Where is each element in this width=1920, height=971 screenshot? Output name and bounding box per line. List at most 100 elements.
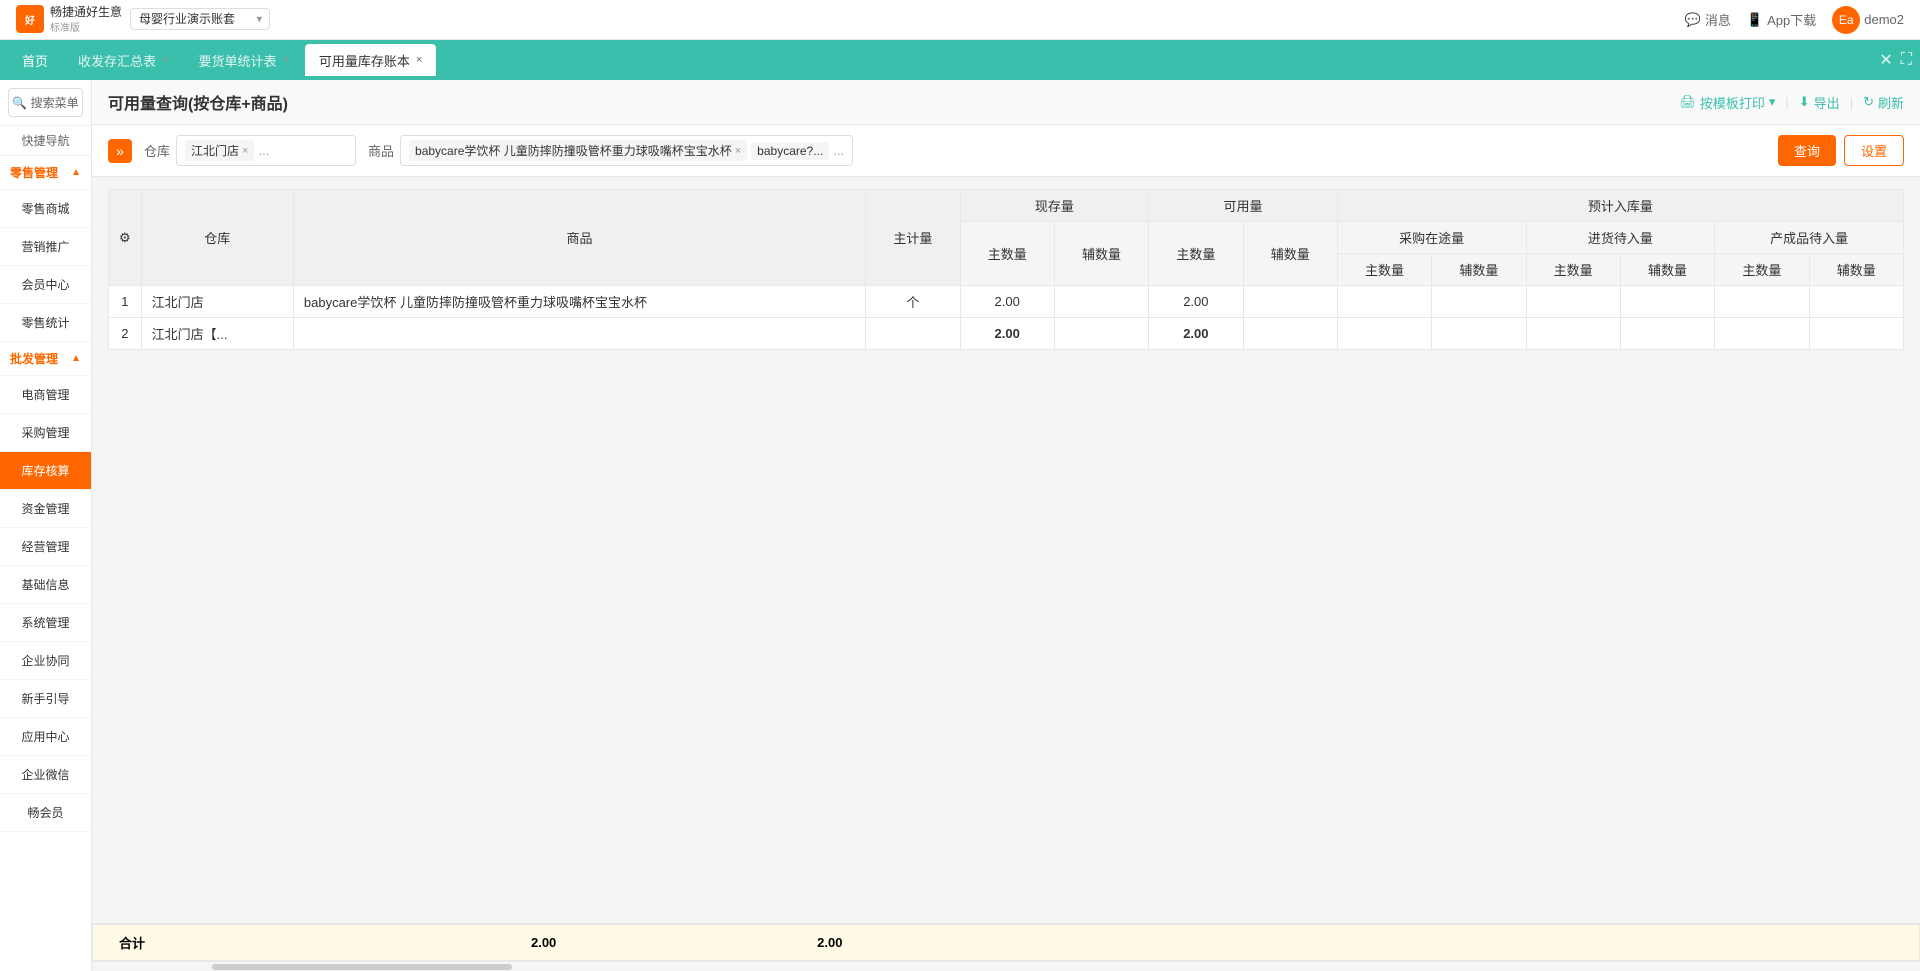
sidebar-item-retail-stats[interactable]: 零售统计 (0, 304, 91, 342)
sidebar-item-system[interactable]: 系统管理 (0, 604, 91, 642)
product-tag-2-value: babycare?... (757, 144, 823, 158)
row1-available-aux (1243, 286, 1337, 318)
top-bar-right: 💬 消息 📱 App下载 Ea demo2 (1685, 6, 1904, 34)
filter-expand-btn[interactable]: » (108, 139, 132, 163)
sidebar-item-ecommerce[interactable]: 电商管理 (0, 376, 91, 414)
sidebar-retail-mgmt-label: 零售管理 (10, 164, 58, 181)
row2-product (293, 318, 865, 350)
col-available-header: 可用量 (1149, 190, 1338, 222)
row2-current-main: 2.00 (960, 318, 1054, 350)
product-tag-1-remove[interactable]: × (735, 145, 741, 157)
sidebar-item-purchase[interactable]: 采购管理 (0, 414, 91, 452)
tab-receivable-close[interactable]: × (162, 54, 168, 66)
sidebar-enterprise-wechat-label: 企业微信 (21, 766, 69, 783)
search-menu-btn[interactable]: 🔍 搜索菜单 (8, 88, 83, 117)
warehouse-tag-remove[interactable]: × (242, 145, 248, 157)
product-tag-1: babycare学饮杯 儿童防摔防撞吸管杯重力球吸嘴杯宝宝水杯 × (409, 140, 747, 161)
content-area: 可用量查询(按仓库+商品) 🖨 按模板打印 ▾ | ⬇ 导出 | ↻ 刷新 (92, 80, 1920, 971)
export-label: 导出 (1814, 93, 1840, 112)
nav-actions: ✕ ⛶ (1879, 50, 1912, 70)
footer-values: 2.00 2.00 (329, 935, 1903, 950)
sidebar-item-retail-mgmt[interactable]: 零售管理 ▲ (0, 156, 91, 190)
row1-purchase-main (1337, 286, 1431, 318)
sidebar-item-marketing[interactable]: 营销推广 (0, 228, 91, 266)
footer-current-aux (615, 935, 758, 950)
print-btn[interactable]: 🖨 按模板打印 ▾ (1679, 93, 1775, 112)
logo-area: 好 畅捷通好生意 标准版 (16, 5, 122, 34)
sidebar-vip-member-label: 畅会员 (27, 804, 63, 821)
sidebar-retail-stats-label: 零售统计 (21, 314, 69, 331)
print-label: 按模板打印 (1700, 93, 1765, 112)
username: demo2 (1864, 12, 1904, 27)
data-table: ⚙ 仓库 商品 主计量 现存量 可用量 预计入库量 主数量 辅数量 主数量 辅数… (108, 189, 1904, 350)
user-area[interactable]: Ea demo2 (1832, 6, 1904, 34)
bottom-scroll-bar (92, 961, 1920, 971)
product-tag-2: babycare?... (751, 142, 829, 160)
tab-receivable[interactable]: 收发存汇总表 × (64, 44, 182, 76)
page-header: 可用量查询(按仓库+商品) 🖨 按模板打印 ▾ | ⬇ 导出 | ↻ 刷新 (92, 80, 1920, 125)
tab-home[interactable]: 首页 (8, 44, 62, 76)
tab-order-stats-close[interactable]: × (282, 54, 288, 66)
page-actions: 🖨 按模板打印 ▾ | ⬇ 导出 | ↻ 刷新 (1679, 93, 1904, 112)
footer-inbound-aux (1474, 935, 1617, 950)
query-button[interactable]: 查询 (1778, 135, 1836, 166)
sidebar-item-operation[interactable]: 经营管理 (0, 528, 91, 566)
avatar-text: Ea (1839, 13, 1854, 27)
sidebar-item-vip-member[interactable]: 畅会员 (0, 794, 91, 832)
refresh-btn[interactable]: ↻ 刷新 (1863, 93, 1904, 112)
table-footer: 合计 2.00 2.00 (92, 923, 1920, 961)
row2-current-aux (1054, 318, 1148, 350)
export-btn[interactable]: ⬇ 导出 (1799, 93, 1840, 112)
message-label: 消息 (1705, 10, 1731, 29)
avatar: Ea (1832, 6, 1860, 34)
sidebar-item-app-center[interactable]: 应用中心 (0, 718, 91, 756)
tab-available-inventory-close[interactable]: × (416, 54, 422, 66)
product-input[interactable]: babycare学饮杯 儿童防摔防撞吸管杯重力球吸嘴杯宝宝水杯 × babyca… (400, 135, 853, 166)
sidebar-purchase-label: 采购管理 (21, 424, 69, 441)
download-label: App下载 (1767, 10, 1816, 29)
row1-inbound-main (1526, 286, 1620, 318)
sidebar-search: 🔍 搜索菜单 (0, 80, 91, 126)
search-icon: 🔍 (12, 96, 27, 110)
row1-inbound-aux (1620, 286, 1714, 318)
industry-select[interactable]: 母婴行业演示账套 (130, 8, 270, 30)
message-btn[interactable]: 💬 消息 (1685, 10, 1731, 29)
sidebar-finance-label: 资金管理 (21, 500, 69, 517)
row1-warehouse: 江北门店 (141, 286, 293, 318)
product-more: ... (833, 143, 844, 158)
col-planned-header: 预计入库量 (1337, 190, 1903, 222)
warehouse-input[interactable]: 江北门店 × ... (176, 135, 356, 166)
sidebar-enterprise-label: 企业协同 (21, 652, 69, 669)
sidebar-quick-nav[interactable]: 快捷导航 (0, 126, 91, 156)
tab-available-inventory[interactable]: 可用量库存账本 × (305, 44, 436, 76)
col-current-stock-header: 现存量 (960, 190, 1149, 222)
sidebar-item-basic-info[interactable]: 基础信息 (0, 566, 91, 604)
refresh-label: 刷新 (1878, 93, 1904, 112)
sidebar-retail-store-label: 零售商城 (21, 200, 69, 217)
sidebar: 🔍 搜索菜单 快捷导航 零售管理 ▲ 零售商城 营销推广 会员中心 零售统计 批… (0, 80, 92, 971)
sidebar-item-enterprise[interactable]: 企业协同 (0, 642, 91, 680)
sidebar-item-finance[interactable]: 资金管理 (0, 490, 91, 528)
tab-order-stats[interactable]: 要货单统计表 × (184, 44, 302, 76)
download-btn[interactable]: 📱 App下载 (1747, 10, 1816, 29)
col-purchase-aux-header: 辅数量 (1432, 254, 1526, 286)
expand-window-btn[interactable]: ⛶ (1901, 51, 1912, 69)
sidebar-item-inventory[interactable]: 库存核算 (0, 452, 91, 490)
close-window-btn[interactable]: ✕ (1879, 50, 1892, 70)
table-container: ⚙ 仓库 商品 主计量 现存量 可用量 预计入库量 主数量 辅数量 主数量 辅数… (92, 177, 1920, 923)
sidebar-item-member[interactable]: 会员中心 (0, 266, 91, 304)
col-finished-pending-header: 产成品待入量 (1715, 222, 1904, 254)
industry-select-wrapper[interactable]: 母婴行业演示账套 (130, 8, 270, 30)
warehouse-tag: 江北门店 × (185, 140, 254, 161)
settings-button[interactable]: 设置 (1844, 135, 1904, 166)
footer-spacer-unit (329, 935, 472, 950)
sidebar-item-retail-store[interactable]: 零售商城 (0, 190, 91, 228)
sidebar-item-enterprise-wechat[interactable]: 企业微信 (0, 756, 91, 794)
page-title: 可用量查询(按仓库+商品) (108, 90, 288, 114)
row1-purchase-aux (1432, 286, 1526, 318)
filter-bar: » 仓库 江北门店 × ... 商品 babycare学饮杯 儿童防摔防撞吸管杯… (92, 125, 1920, 177)
sidebar-item-new-guide[interactable]: 新手引导 (0, 680, 91, 718)
sidebar-item-wholesale-mgmt[interactable]: 批发管理 ▲ (0, 342, 91, 376)
col-available-main-header: 主数量 (1149, 222, 1243, 286)
scroll-thumb[interactable] (212, 964, 512, 970)
